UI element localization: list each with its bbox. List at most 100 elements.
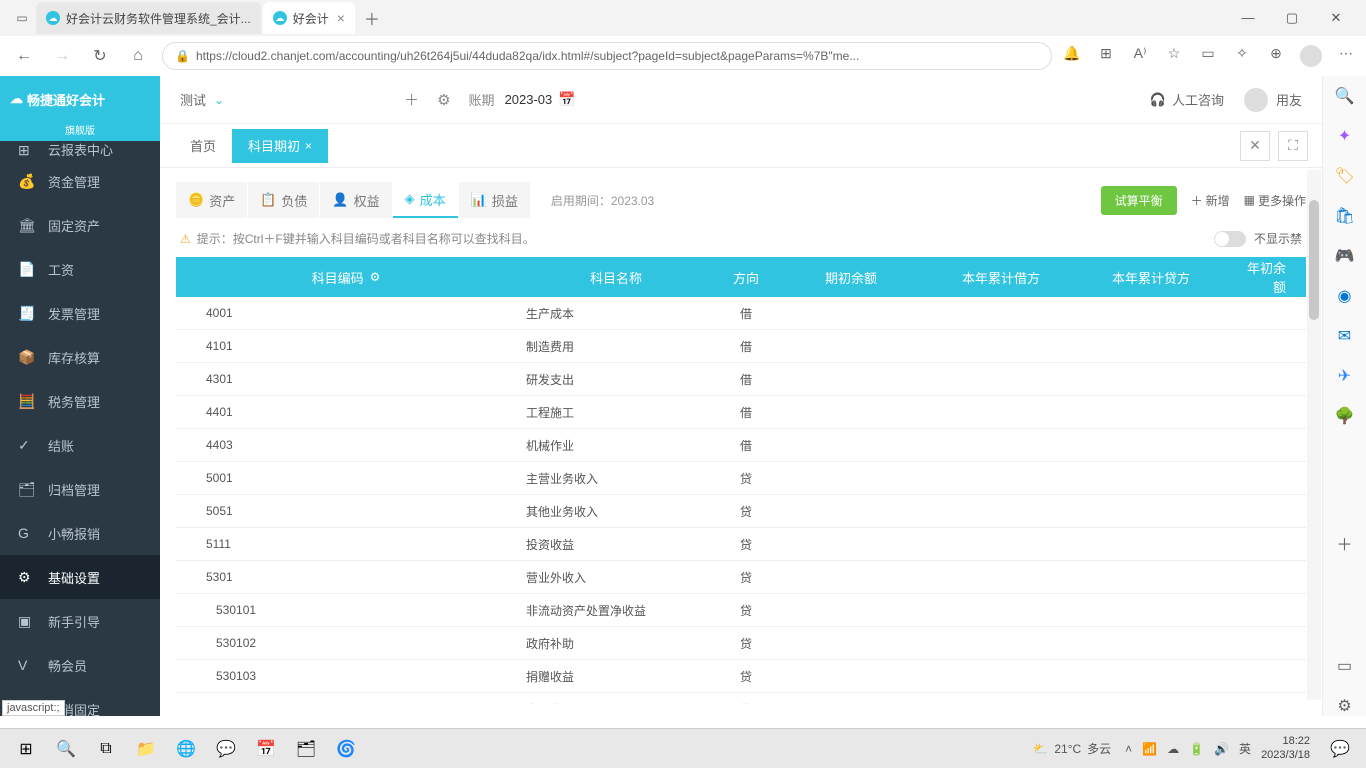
reading-list-icon[interactable]: ⊕: [1266, 45, 1286, 67]
clock[interactable]: 18:22 2023/3/18: [1261, 735, 1310, 761]
favorites-bar-icon[interactable]: ✧: [1232, 45, 1252, 67]
browser-tab-0[interactable]: ☁ 好会计云财务软件管理系统_会计...: [36, 2, 261, 34]
extensions-icon[interactable]: ⊞: [1096, 45, 1116, 67]
wechat-icon[interactable]: 💬: [206, 733, 246, 765]
minimize-button[interactable]: —: [1226, 10, 1270, 26]
add-button[interactable]: ＋新增: [1191, 192, 1230, 209]
sidebar-item-9[interactable]: G小畅报销: [0, 511, 160, 555]
browser-tab-1[interactable]: ☁ 好会计 ×: [263, 2, 355, 34]
sidebar-item-10[interactable]: ⚙基础设置: [0, 555, 160, 599]
table-row[interactable]: 5111投资收益贷: [176, 528, 1306, 561]
cloud-sync-icon[interactable]: ☁: [1167, 742, 1179, 756]
table-row[interactable]: 4001生产成本借: [176, 297, 1306, 330]
sidebar-item-5[interactable]: 📦库存核算: [0, 335, 160, 379]
more-actions-button[interactable]: ▦更多操作: [1244, 192, 1306, 209]
sidebar-item-0[interactable]: ⊞云报表中心: [0, 141, 160, 159]
favorite-icon[interactable]: ☆: [1164, 45, 1184, 67]
table-row[interactable]: 5051其他业务收入贷: [176, 495, 1306, 528]
chevron-down-icon[interactable]: ⌄: [214, 93, 224, 107]
user-menu[interactable]: 用友: [1244, 88, 1302, 112]
close-icon[interactable]: ×: [305, 139, 312, 153]
menu-icon[interactable]: ⋯: [1336, 45, 1356, 67]
sidebar-item-1[interactable]: 💰资金管理: [0, 159, 160, 203]
outlook-icon[interactable]: ✉: [1335, 326, 1355, 346]
notification-icon[interactable]: 🔔: [1062, 45, 1082, 67]
tag-icon[interactable]: 🏷: [1335, 166, 1355, 186]
table-row[interactable]: 530101非流动资产处置净收益贷: [176, 594, 1306, 627]
sparkle-icon[interactable]: ✦: [1335, 126, 1355, 146]
task-view-button[interactable]: ⧉: [86, 733, 126, 765]
close-tab-button[interactable]: ✕: [1240, 131, 1270, 161]
hide-disabled-toggle[interactable]: [1214, 231, 1246, 247]
fullscreen-button[interactable]: ⛶: [1278, 131, 1308, 161]
trial-balance-button[interactable]: 试算平衡: [1101, 186, 1177, 215]
sidebar-item-8[interactable]: 🗂归档管理: [0, 467, 160, 511]
table-row[interactable]: 4401工程施工借: [176, 396, 1306, 429]
table-row[interactable]: 4403机械作业借: [176, 429, 1306, 462]
edge-taskbar-icon[interactable]: 🌀: [326, 733, 366, 765]
edge-icon[interactable]: ◉: [1335, 286, 1355, 306]
gear-icon[interactable]: ⚙: [370, 270, 381, 284]
close-window-button[interactable]: ✕: [1314, 10, 1358, 26]
close-icon[interactable]: ×: [337, 10, 345, 26]
sidebar-item-4[interactable]: 🧾发票管理: [0, 291, 160, 335]
collections-icon[interactable]: ▭: [1198, 45, 1218, 67]
tree-icon[interactable]: 🌳: [1335, 406, 1355, 426]
add-sidebar-icon[interactable]: ＋: [1335, 531, 1355, 551]
back-button[interactable]: ←: [10, 47, 38, 65]
tab-list-icon[interactable]: ▭: [8, 11, 36, 25]
chevron-up-icon[interactable]: ˄: [1125, 742, 1132, 756]
maximize-button[interactable]: ▢: [1270, 10, 1314, 26]
category-tab-0[interactable]: 🪙资产: [176, 182, 247, 218]
refresh-button[interactable]: ↻: [86, 46, 114, 66]
table-row[interactable]: 530104盘盈收益贷: [176, 693, 1306, 704]
forward-button[interactable]: →: [48, 47, 76, 65]
sidebar-item-11[interactable]: ▣新手引导: [0, 599, 160, 643]
shopping-icon[interactable]: 🛍: [1335, 206, 1355, 226]
home-button[interactable]: ⌂: [124, 47, 152, 65]
chrome-icon[interactable]: 🌐: [166, 733, 206, 765]
volume-icon[interactable]: 🔊: [1214, 742, 1229, 756]
table-row[interactable]: 5001主营业务收入贷: [176, 462, 1306, 495]
category-tab-3[interactable]: ◈成本: [393, 182, 458, 218]
games-icon[interactable]: 🎮: [1335, 246, 1355, 266]
category-tab-2[interactable]: 👤权益: [320, 182, 391, 218]
vertical-scrollbar[interactable]: [1307, 170, 1321, 700]
profile-icon[interactable]: [1300, 45, 1322, 67]
system-tray[interactable]: ˄ 📶 ☁ 🔋 🔊 英: [1125, 740, 1251, 757]
gear-icon[interactable]: ⚙: [437, 91, 450, 109]
calendar-app-icon[interactable]: 📅: [246, 733, 286, 765]
table-row[interactable]: 5301营业外收入贷: [176, 561, 1306, 594]
files-app-icon[interactable]: 📁: [126, 733, 166, 765]
sidebar-item-7[interactable]: ✓结账: [0, 423, 160, 467]
calendar-icon[interactable]: 📅: [558, 91, 575, 108]
explorer-icon[interactable]: 🗂: [286, 733, 326, 765]
category-tab-1[interactable]: 📋负债: [248, 182, 319, 218]
start-button[interactable]: ⊞: [6, 733, 46, 765]
ime-indicator[interactable]: 英: [1239, 740, 1251, 757]
sidebar-item-2[interactable]: 🏛固定资产: [0, 203, 160, 247]
period-value[interactable]: 2023-03: [505, 92, 553, 107]
settings-sidebar-icon[interactable]: ⚙: [1335, 696, 1355, 716]
read-aloud-icon[interactable]: A⁾: [1130, 45, 1150, 67]
page-tab-1[interactable]: 科目期初×: [232, 129, 328, 163]
table-row[interactable]: 4101制造费用借: [176, 330, 1306, 363]
send-icon[interactable]: ✈: [1335, 366, 1355, 386]
table-row[interactable]: 4301研发支出借: [176, 363, 1306, 396]
table-row[interactable]: 530102政府补助贷: [176, 627, 1306, 660]
table-row[interactable]: 530103捐赠收益贷: [176, 660, 1306, 693]
new-tab-button[interactable]: ＋: [357, 6, 387, 30]
search-button[interactable]: 🔍: [46, 733, 86, 765]
collapse-sidebar-icon[interactable]: ▭: [1335, 656, 1355, 676]
notifications-button[interactable]: 💬: [1320, 733, 1360, 765]
wifi-icon[interactable]: 📶: [1142, 742, 1157, 756]
battery-icon[interactable]: 🔋: [1189, 742, 1204, 756]
weather-widget[interactable]: ⛅ 21°C 多云: [1033, 740, 1111, 757]
category-tab-4[interactable]: 📊损益: [459, 182, 530, 218]
project-selector[interactable]: 测试: [180, 90, 206, 109]
page-tab-0[interactable]: 首页: [174, 129, 232, 163]
sidebar-item-6[interactable]: 🧮税务管理: [0, 379, 160, 423]
add-icon[interactable]: ＋: [404, 89, 419, 110]
sidebar-item-12[interactable]: V畅会员: [0, 643, 160, 687]
search-icon[interactable]: 🔍: [1335, 86, 1355, 106]
